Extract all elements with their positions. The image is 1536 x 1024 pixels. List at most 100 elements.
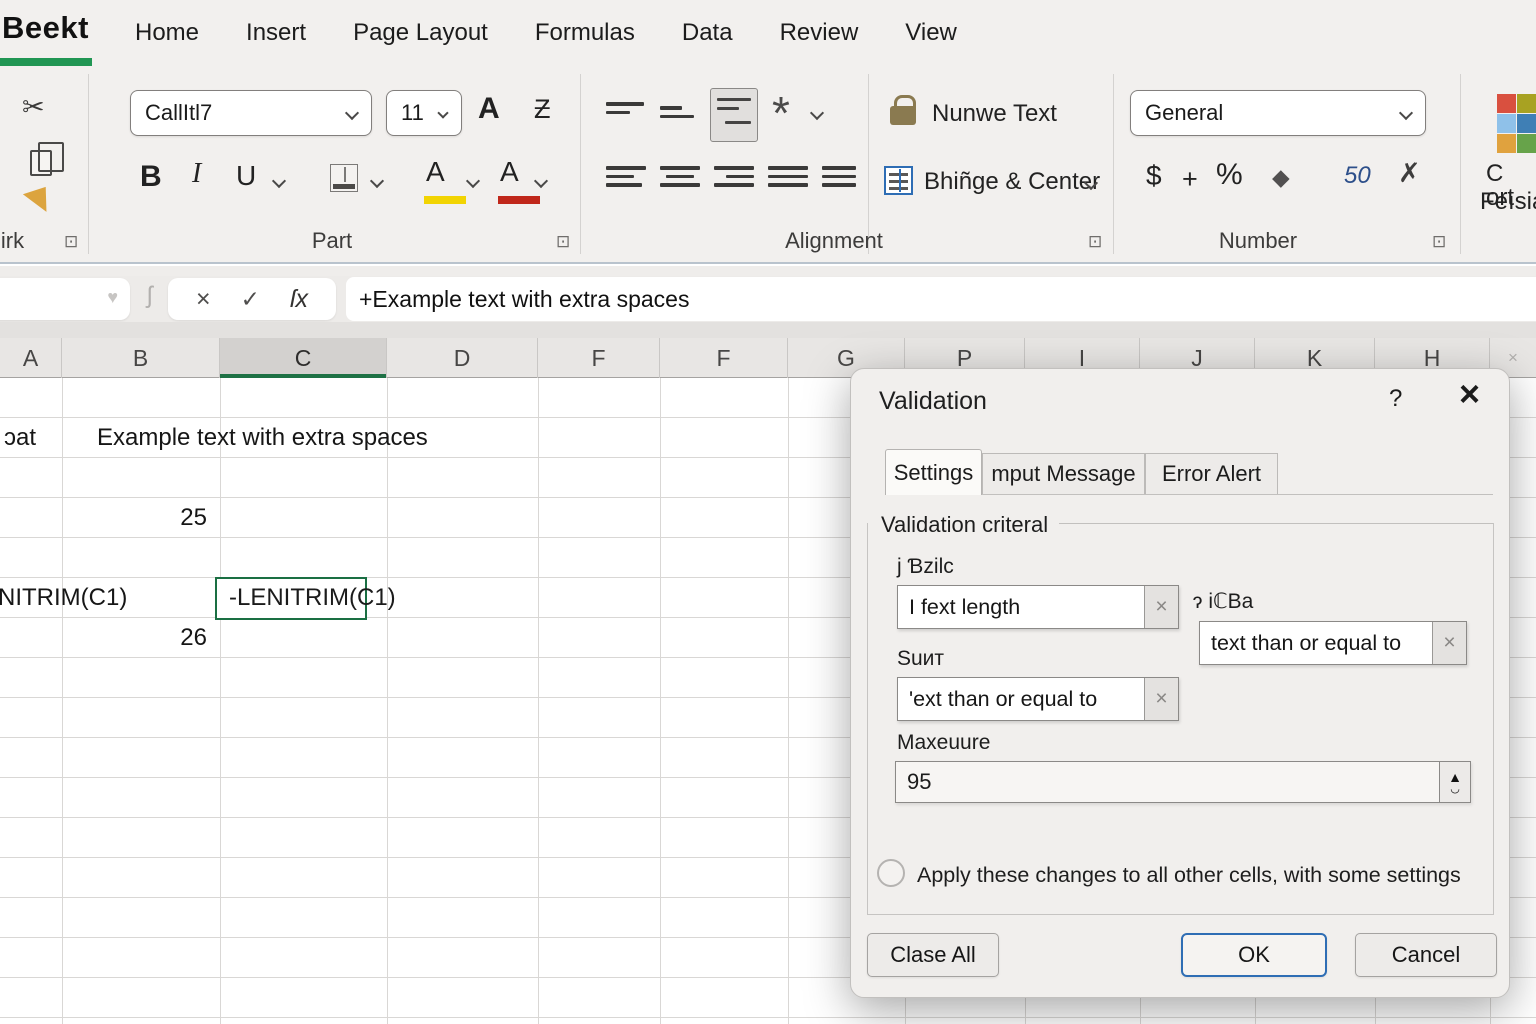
chevron-down-icon[interactable] [465, 173, 481, 189]
italic-button[interactable]: I [192, 160, 201, 188]
cell-a6: NITRIM(C1) [0, 584, 128, 611]
dropdown-clear-icon[interactable]: × [1144, 678, 1178, 720]
insert-function-icon[interactable]: ſx [290, 285, 308, 314]
plus-icon[interactable]: + [1182, 166, 1198, 193]
maximum-input[interactable]: 95 ▲ ◡ [895, 761, 1471, 803]
chevron-down-icon[interactable] [271, 173, 287, 189]
column-header-a[interactable]: A [0, 338, 62, 378]
align-center-icon[interactable] [660, 166, 700, 187]
column-header-d[interactable]: D [387, 338, 538, 378]
clipboard-group-label: lirk [0, 228, 25, 253]
cancel-icon[interactable]: × [196, 285, 211, 314]
spinner-button[interactable]: ▲ ◡ [1439, 762, 1470, 802]
close-icon[interactable]: × [1459, 373, 1480, 415]
underline-button[interactable]: U [236, 162, 256, 190]
column-header-f2[interactable]: F [660, 338, 788, 378]
wrap-text-label[interactable]: Nunwe Text [932, 102, 1057, 126]
borders-icon[interactable] [330, 164, 358, 192]
decrease-decimal-icon[interactable]: ✗ [1398, 160, 1421, 187]
tab-input-message[interactable]: mput Message [982, 453, 1145, 495]
number-format-combo[interactable]: General [1130, 90, 1426, 136]
operator-value: ʹext than or equal to [909, 686, 1098, 711]
highlight-color-icon[interactable]: A [426, 158, 445, 186]
column-header-c[interactable]: C [220, 338, 387, 379]
operator-dropdown[interactable]: ʹext than or equal to × [897, 677, 1179, 721]
menu-tab-home[interactable]: Home [135, 19, 199, 47]
middle-align-icon[interactable] [660, 106, 694, 118]
orientation-icon[interactable]: * [772, 90, 790, 136]
column-header-f1[interactable]: F [538, 338, 660, 378]
menu-tab-view[interactable]: View [905, 19, 957, 47]
formula-bar: ♥ ʃ × ✓ ſx +Example text with extra spac… [0, 276, 1536, 322]
menu-tab-data[interactable]: Data [682, 19, 733, 47]
font-name-combo[interactable]: CallItl7 [130, 90, 372, 136]
top-align-icon[interactable] [606, 102, 644, 114]
allow-dropdown[interactable]: I fext length × [897, 585, 1179, 629]
chevron-down-icon[interactable] [369, 173, 385, 189]
gridline [387, 378, 388, 1024]
alignment-group-label: Alignment [785, 228, 883, 253]
menu-tabs: Home Insert Page Layout Formulas Data Re… [135, 0, 957, 66]
conditional-formatting-icon[interactable] [1497, 94, 1536, 153]
enter-icon[interactable]: ✓ [241, 286, 260, 313]
tab-baseline [982, 494, 1493, 495]
align-right-icon[interactable] [714, 166, 754, 187]
dialog-title: Validation [879, 387, 987, 415]
ok-button[interactable]: OK [1181, 933, 1327, 977]
header-strip [0, 322, 1536, 338]
column-header-b[interactable]: B [62, 338, 220, 378]
copy-icon[interactable] [30, 142, 64, 176]
bottom-align-icon[interactable] [710, 88, 758, 142]
merge-center-icon[interactable] [884, 166, 913, 195]
font-color-icon[interactable]: A [500, 158, 519, 186]
close-all-button[interactable]: Clase All [867, 933, 999, 977]
chevron-down-icon[interactable] [809, 105, 825, 121]
wrap-text-icon[interactable] [890, 95, 916, 125]
menu-tab-page-layout[interactable]: Page Layout [353, 19, 488, 47]
number-launcher-icon[interactable]: ⊡ [1432, 232, 1446, 252]
menu-tab-formulas[interactable]: Formulas [535, 19, 635, 47]
tab-error-alert[interactable]: Error Alert [1145, 453, 1278, 495]
cell-b7: 26 [180, 624, 207, 651]
font-size-combo[interactable]: 11 [386, 90, 462, 136]
name-box-dropdown-icon[interactable]: ♥ [107, 287, 118, 308]
grow-font-icon[interactable]: A [478, 94, 500, 124]
menu-tab-review[interactable]: Review [780, 19, 859, 47]
dropdown-clear-icon[interactable]: × [1144, 586, 1178, 628]
cut-icon[interactable]: ✂ [22, 94, 45, 121]
increase-decimal-icon[interactable]: 50 [1344, 164, 1371, 188]
justify-icon[interactable] [768, 166, 808, 187]
gridline [660, 378, 661, 1024]
bold-button[interactable]: B [140, 162, 162, 192]
indent-icon[interactable] [822, 166, 856, 187]
conditional-formatting-label-line2[interactable]: Feısia [1480, 190, 1536, 214]
group-divider [1460, 74, 1461, 254]
currency-icon[interactable]: $ [1146, 162, 1162, 190]
shrink-font-icon[interactable]: Ƶ [534, 96, 551, 123]
operator2-dropdown[interactable]: text than or equal to × [1199, 621, 1467, 665]
separator-icon: ʃ [147, 282, 153, 309]
percent-icon[interactable]: % [1216, 160, 1243, 190]
operator-label: Suит [897, 647, 945, 670]
dropdown-clear-icon[interactable]: × [1432, 622, 1466, 664]
menu-tab-insert[interactable]: Insert [246, 19, 306, 47]
logo-underline [0, 58, 92, 66]
formula-buttons: × ✓ ſx [168, 278, 336, 320]
font-launcher-icon[interactable]: ⊡ [556, 232, 570, 252]
name-box[interactable]: ♥ [0, 278, 130, 320]
allow-label: j Ɓzilc [897, 555, 954, 578]
tab-settings[interactable]: Settings [885, 449, 982, 495]
font-group-label: Part [311, 228, 353, 253]
chevron-down-icon[interactable] [533, 173, 549, 189]
clipboard-launcher-icon[interactable]: ⊡ [64, 232, 78, 252]
help-icon[interactable]: ? [1389, 385, 1402, 413]
cancel-button[interactable]: Cancel [1355, 933, 1497, 977]
apply-checkbox[interactable] [877, 859, 905, 887]
merge-center-label[interactable]: Bhiñge & Center [924, 170, 1100, 194]
formula-input[interactable]: +Example text with extra spaces [346, 277, 1536, 321]
selected-cell-c6[interactable]: -LENITRIM(C1) [215, 577, 396, 620]
format-painter-icon[interactable] [22, 186, 54, 218]
alignment-launcher-icon[interactable]: ⊡ [1088, 232, 1102, 252]
diamond-icon[interactable]: ◆ [1272, 166, 1290, 189]
align-left-icon[interactable] [606, 166, 646, 187]
